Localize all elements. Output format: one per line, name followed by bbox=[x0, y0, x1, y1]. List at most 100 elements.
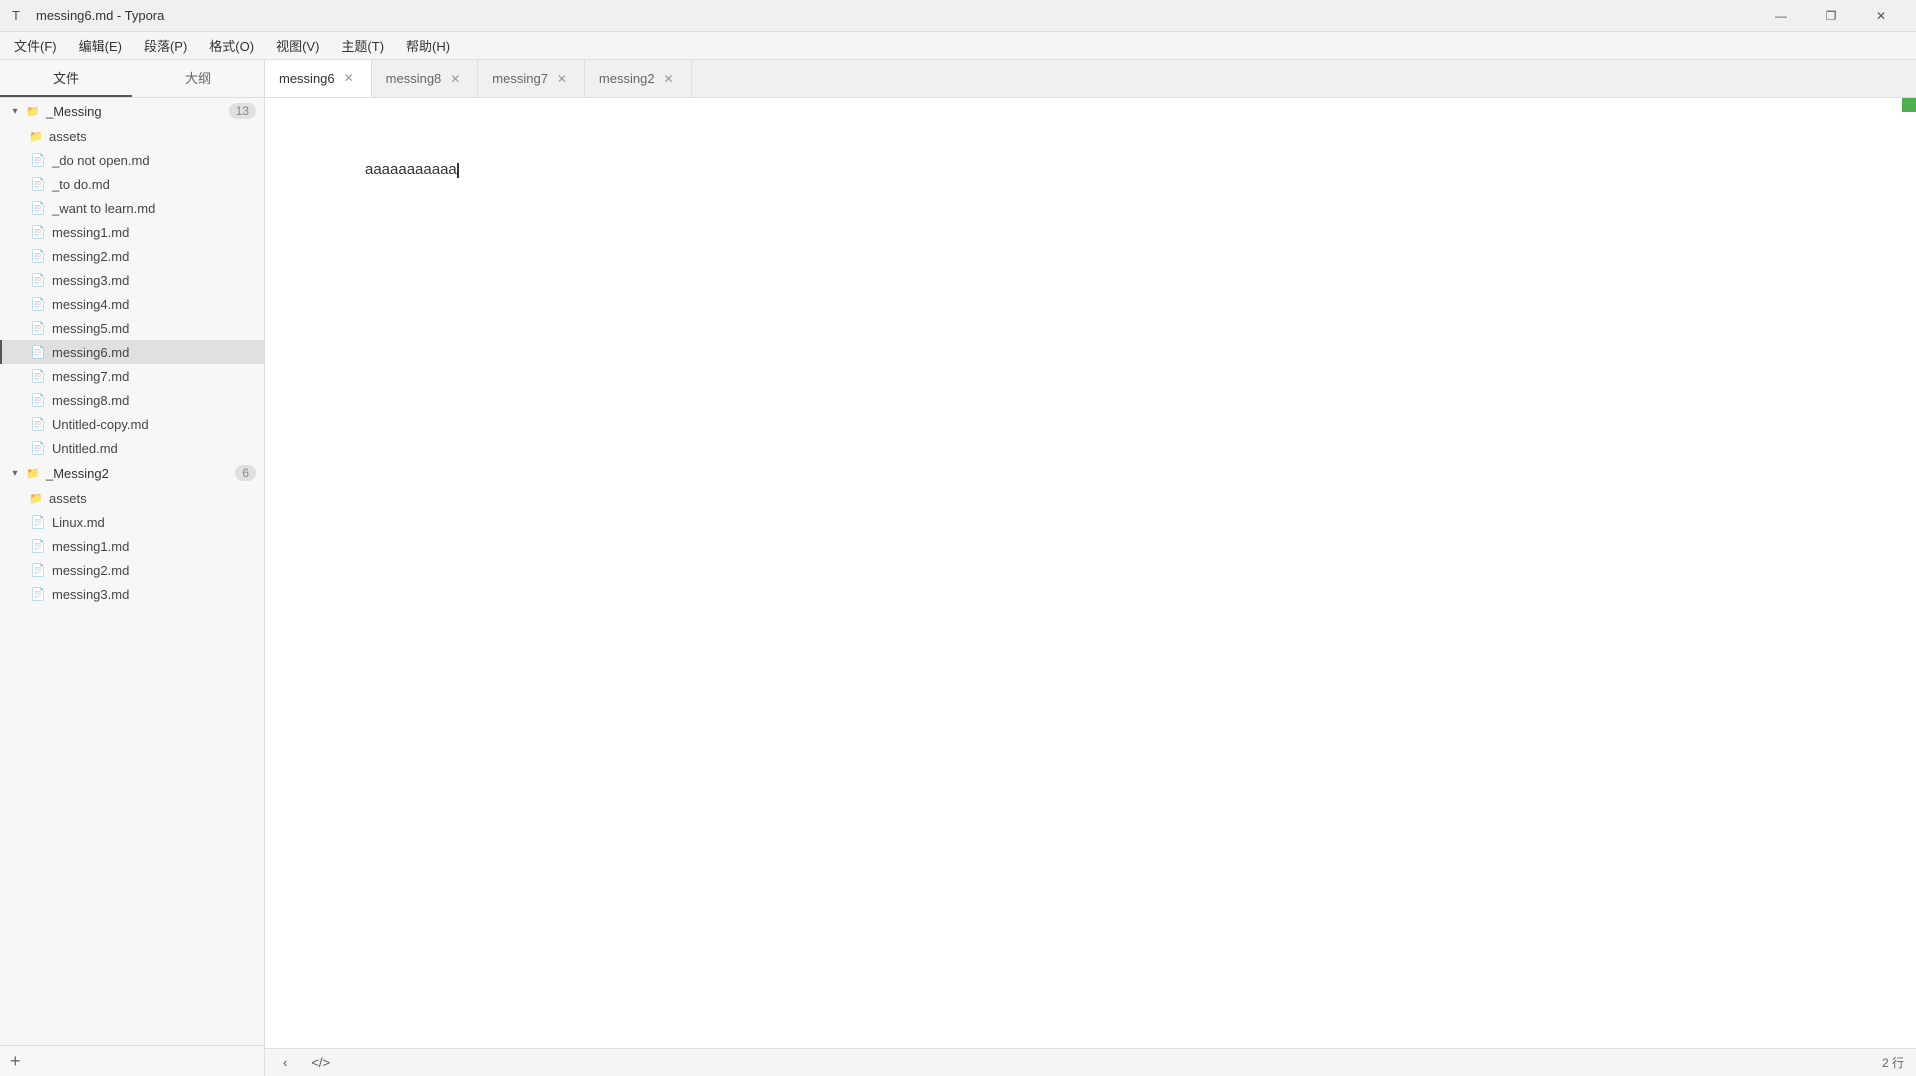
sidebar-item-messing1[interactable]: 📄 messing1.md bbox=[0, 220, 264, 244]
tab-messing2[interactable]: messing2 ✕ bbox=[585, 60, 692, 97]
sidebar-item-assets1[interactable]: 📁 assets bbox=[0, 124, 264, 148]
sidebar-item-messing4[interactable]: 📄 messing4.md bbox=[0, 292, 264, 316]
menu-view[interactable]: 视图(V) bbox=[266, 33, 329, 58]
tab-file[interactable]: 文件 bbox=[0, 60, 132, 97]
menu-theme[interactable]: 主题(T) bbox=[331, 33, 394, 58]
file-label: messing5.md bbox=[52, 321, 129, 336]
tab-messing8-close[interactable]: ✕ bbox=[447, 71, 463, 87]
menu-edit[interactable]: 编辑(E) bbox=[69, 33, 132, 58]
folder-messing-count: 13 bbox=[229, 103, 256, 119]
tab-messing7-label: messing7 bbox=[492, 71, 548, 86]
status-bar: ‹ </> 2 行 bbox=[265, 1048, 1916, 1076]
sidebar-item-assets2[interactable]: 📁 assets bbox=[0, 486, 264, 510]
folder-icon: 📁 bbox=[28, 128, 44, 144]
sidebar-item-messing2[interactable]: 📄 messing2.md bbox=[0, 244, 264, 268]
sidebar-item-messing6[interactable]: 📄 messing6.md bbox=[0, 340, 264, 364]
file-label: messing6.md bbox=[52, 345, 129, 360]
chevron-down-icon: ▾ bbox=[8, 104, 22, 118]
close-button[interactable]: ✕ bbox=[1858, 0, 1904, 32]
tab-messing6-label: messing6 bbox=[279, 71, 335, 86]
file-icon: 📄 bbox=[30, 224, 46, 240]
tab-messing6[interactable]: messing6 ✕ bbox=[265, 60, 372, 97]
file-label: messing3.md bbox=[52, 587, 129, 602]
sidebar-item-untitled-copy[interactable]: 📄 Untitled-copy.md bbox=[0, 412, 264, 436]
tab-messing6-close[interactable]: ✕ bbox=[341, 70, 357, 86]
maximize-button[interactable]: ❐ bbox=[1808, 0, 1854, 32]
folder-messing[interactable]: ▾ 📁 _Messing 13 bbox=[0, 98, 264, 124]
content-area: messing6 ✕ messing8 ✕ messing7 ✕ messing… bbox=[265, 60, 1916, 1076]
sidebar-item-messing2-3[interactable]: 📄 messing3.md bbox=[0, 582, 264, 606]
sidebar-item-linux[interactable]: 📄 Linux.md bbox=[0, 510, 264, 534]
file-label: messing8.md bbox=[52, 393, 129, 408]
source-code-button[interactable]: </> bbox=[305, 1053, 336, 1072]
file-label: messing1.md bbox=[52, 225, 129, 240]
green-indicator bbox=[1902, 98, 1916, 112]
folder-icon: 📁 bbox=[28, 490, 44, 506]
file-icon: 📄 bbox=[30, 416, 46, 432]
text-cursor bbox=[457, 163, 459, 178]
file-label: _to do.md bbox=[52, 177, 110, 192]
editor-content[interactable]: aaaaaaaaaaa bbox=[265, 98, 1916, 1048]
sidebar-item-do-not-open[interactable]: 📄 _do not open.md bbox=[0, 148, 264, 172]
file-label: Linux.md bbox=[52, 515, 105, 530]
file-label: Untitled.md bbox=[52, 441, 118, 456]
file-icon: 📄 bbox=[30, 200, 46, 216]
sidebar-item-messing2-2[interactable]: 📄 messing2.md bbox=[0, 558, 264, 582]
file-label: _want to learn.md bbox=[52, 201, 155, 216]
file-icon: 📄 bbox=[30, 514, 46, 530]
sidebar-item-messing7[interactable]: 📄 messing7.md bbox=[0, 364, 264, 388]
sidebar-footer: + bbox=[0, 1045, 264, 1076]
editor-area[interactable]: aaaaaaaaaaa bbox=[265, 98, 1916, 1048]
tab-messing7[interactable]: messing7 ✕ bbox=[478, 60, 585, 97]
sidebar-item-untitled[interactable]: 📄 Untitled.md bbox=[0, 436, 264, 460]
file-label: messing2.md bbox=[52, 563, 129, 578]
file-icon: 📄 bbox=[30, 320, 46, 336]
title-bar: T messing6.md - Typora — ❐ ✕ bbox=[0, 0, 1916, 32]
tab-messing7-close[interactable]: ✕ bbox=[554, 71, 570, 87]
chevron-down-icon: ▾ bbox=[8, 466, 22, 480]
folder-messing2-label: _Messing2 bbox=[46, 466, 109, 481]
sidebar-item-messing8[interactable]: 📄 messing8.md bbox=[0, 388, 264, 412]
editor-text: aaaaaaaaaaa bbox=[365, 161, 457, 178]
menu-file[interactable]: 文件(F) bbox=[4, 33, 67, 58]
add-button[interactable]: + bbox=[10, 1052, 21, 1070]
menu-paragraph[interactable]: 段落(P) bbox=[134, 33, 197, 58]
tabs-bar: messing6 ✕ messing8 ✕ messing7 ✕ messing… bbox=[265, 60, 1916, 98]
sidebar-item-messing3[interactable]: 📄 messing3.md bbox=[0, 268, 264, 292]
file-label: Untitled-copy.md bbox=[52, 417, 149, 432]
file-icon: 📄 bbox=[30, 248, 46, 264]
sidebar: 文件 大纲 ▾ 📁 _Messing 13 📁 assets 📄 _do not… bbox=[0, 60, 265, 1076]
folder-messing2[interactable]: ▾ 📁 _Messing2 6 bbox=[0, 460, 264, 486]
sidebar-item-want-to-learn[interactable]: 📄 _want to learn.md bbox=[0, 196, 264, 220]
folder-icon: 📁 bbox=[25, 103, 41, 119]
file-icon: 📄 bbox=[30, 368, 46, 384]
tab-messing8[interactable]: messing8 ✕ bbox=[372, 60, 479, 97]
tab-outline[interactable]: 大纲 bbox=[132, 60, 264, 97]
file-label: messing3.md bbox=[52, 273, 129, 288]
assets-label: assets bbox=[49, 491, 87, 506]
file-label: messing4.md bbox=[52, 297, 129, 312]
file-icon: 📄 bbox=[30, 440, 46, 456]
sidebar-item-messing5[interactable]: 📄 messing5.md bbox=[0, 316, 264, 340]
menu-help[interactable]: 帮助(H) bbox=[396, 33, 460, 58]
tab-messing2-close[interactable]: ✕ bbox=[661, 71, 677, 87]
app-icon: T bbox=[12, 8, 28, 24]
file-icon: 📄 bbox=[30, 296, 46, 312]
sidebar-tabs: 文件 大纲 bbox=[0, 60, 264, 98]
assets-label: assets bbox=[49, 129, 87, 144]
sidebar-item-messing2-1[interactable]: 📄 messing1.md bbox=[0, 534, 264, 558]
tab-messing2-label: messing2 bbox=[599, 71, 655, 86]
file-icon: 📄 bbox=[30, 392, 46, 408]
file-icon: 📄 bbox=[30, 586, 46, 602]
file-icon: 📄 bbox=[30, 152, 46, 168]
line-info: 2 行 bbox=[1882, 1054, 1904, 1071]
menu-format[interactable]: 格式(O) bbox=[199, 33, 264, 58]
file-icon: 📄 bbox=[30, 176, 46, 192]
status-left: ‹ </> bbox=[277, 1053, 336, 1072]
file-icon: 📄 bbox=[30, 344, 46, 360]
sidebar-item-to-do[interactable]: 📄 _to do.md bbox=[0, 172, 264, 196]
minimize-button[interactable]: — bbox=[1758, 0, 1804, 32]
nav-prev-button[interactable]: ‹ bbox=[277, 1053, 293, 1072]
folder-messing2-count: 6 bbox=[235, 465, 256, 481]
file-label: _do not open.md bbox=[52, 153, 150, 168]
